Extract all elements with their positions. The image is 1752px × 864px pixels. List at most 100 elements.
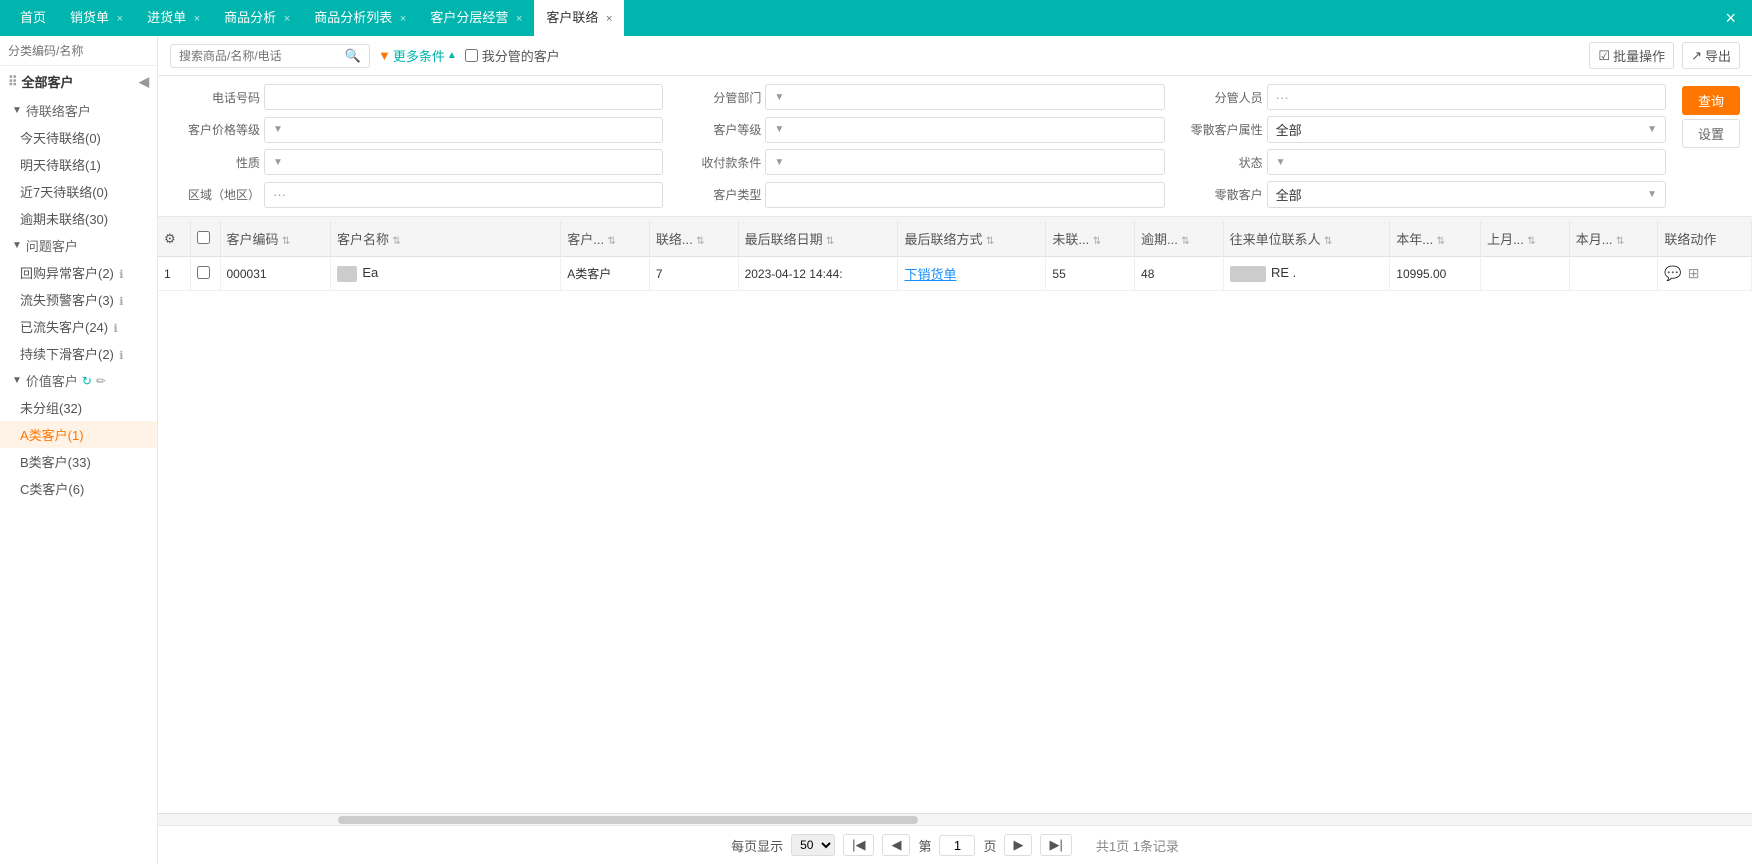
nav-sales[interactable]: 销货单 × — [58, 0, 135, 36]
collapse-icon[interactable]: ◀ — [139, 74, 149, 90]
th-last-contact-date[interactable]: 最后联络日期 ⇅ — [738, 221, 898, 257]
price-grade-select[interactable]: ▼ — [264, 117, 663, 143]
per-page-select[interactable]: 50 — [791, 834, 835, 856]
th-uncontact-days[interactable]: 未联... ⇅ — [1046, 221, 1135, 257]
th-actions: 联络动作 — [1658, 221, 1752, 257]
scrollbar-thumb[interactable] — [338, 816, 918, 824]
th-this-month[interactable]: 本月... ⇅ — [1569, 221, 1658, 257]
select-all-checkbox[interactable] — [197, 231, 210, 244]
sidebar-item-7days[interactable]: 近7天待联络(0) — [0, 178, 157, 205]
page-suffix: 页 — [983, 836, 996, 855]
batch-op-icon: ☑ — [1598, 48, 1610, 64]
sidebar-search-input[interactable] — [8, 44, 158, 58]
customer-name[interactable]: Ea — [362, 265, 378, 280]
page-input[interactable] — [939, 835, 975, 856]
filter-col-scatter: 零散客户 全部 ▼ — [1173, 181, 1666, 208]
first-page-btn[interactable]: |◀ — [843, 834, 874, 856]
nav-product-analysis[interactable]: 商品分析 × — [212, 0, 302, 36]
scatter-label: 零散客户 — [1173, 186, 1263, 203]
th-contact-count[interactable]: 联络... ⇅ — [649, 221, 738, 257]
last-contact-method-link[interactable]: 下销货单 — [904, 267, 956, 282]
sidebar-item-churned[interactable]: 已流失客户(24) ℹ — [0, 313, 157, 340]
sidebar-search-bar: 🔍 — [0, 36, 157, 66]
th-last-month[interactable]: 上月... ⇅ — [1481, 221, 1570, 257]
window-close-button[interactable]: × — [1717, 8, 1744, 29]
price-grade-arrow: ▼ — [273, 124, 283, 135]
sidebar-item-tomorrow[interactable]: 明天待联络(1) — [0, 151, 157, 178]
phone-input[interactable] — [264, 84, 663, 110]
horizontal-scrollbar[interactable] — [158, 813, 1752, 825]
close-customer-layering-tab[interactable]: × — [516, 13, 522, 25]
comment-icon[interactable]: 💬 — [1664, 265, 1681, 282]
sort-icon: ⇅ — [282, 236, 290, 247]
nature-label: 性质 — [170, 154, 260, 171]
filter-col-phone: 电话号码 — [170, 84, 663, 110]
th-customer-type[interactable]: 客户... ⇅ — [561, 221, 650, 257]
th-name[interactable]: 客户名称 ⇅ — [330, 221, 560, 257]
nav-purchase[interactable]: 进货单 × — [135, 0, 212, 36]
payment-select[interactable]: ▼ — [765, 149, 1164, 175]
batch-operation-button[interactable]: ☑ 批量操作 — [1589, 42, 1674, 69]
customer-type-input[interactable] — [765, 182, 1164, 208]
th-code[interactable]: 客户编码 ⇅ — [220, 221, 330, 257]
dept-select[interactable]: ▼ — [765, 84, 1164, 110]
nav-customer-layering[interactable]: 客户分层经营 × — [418, 0, 534, 36]
close-purchase-tab[interactable]: × — [194, 13, 200, 25]
scatter-attr-select[interactable]: 全部 ▼ — [1267, 116, 1666, 143]
last-page-btn[interactable]: ▶| — [1040, 834, 1071, 856]
th-last-contact-method[interactable]: 最后联络方式 ⇅ — [898, 221, 1046, 257]
group-problem-customers[interactable]: ▼ 问题客户 — [0, 232, 157, 259]
customer-grade-select[interactable]: ▼ — [765, 117, 1164, 143]
region-input[interactable]: ··· — [264, 182, 663, 208]
grid-icon[interactable]: ⊞ — [1688, 265, 1700, 282]
filter-col-region: 区域（地区） ··· — [170, 182, 663, 208]
th-contact-person[interactable]: 往来单位联系人 ⇅ — [1223, 221, 1390, 257]
close-customer-contact-tab[interactable]: × — [606, 13, 612, 25]
sidebar-item-c-class[interactable]: C类客户(6) — [0, 475, 157, 502]
th-contact-count-label: 联络... — [656, 232, 693, 247]
search-input[interactable] — [179, 49, 345, 63]
export-button[interactable]: ↗ 导出 — [1682, 42, 1740, 69]
refresh-icon[interactable]: ↻ — [82, 374, 92, 388]
search-icon[interactable]: 🔍 — [345, 48, 361, 64]
nature-select[interactable]: ▼ — [264, 149, 663, 175]
sidebar-item-today[interactable]: 今天待联络(0) — [0, 124, 157, 151]
manager-input[interactable]: ··· — [1267, 84, 1666, 110]
triangle-icon: ▼ — [12, 105, 22, 116]
more-conditions-btn[interactable]: ▼ 更多条件 ▲ — [378, 46, 457, 65]
th-this-year[interactable]: 本年... ⇅ — [1390, 221, 1481, 257]
sidebar-item-b-class[interactable]: B类客户(33) — [0, 448, 157, 475]
sidebar-item-a-class[interactable]: A类客户(1) — [0, 421, 157, 448]
sidebar-item-churn-warning[interactable]: 流失预警客户(3) ℹ — [0, 286, 157, 313]
scatter-arrow: ▼ — [1647, 189, 1657, 200]
settings-icon[interactable]: ⚙ — [164, 231, 176, 246]
sidebar-item-declining[interactable]: 持续下滑客户(2) ℹ — [0, 340, 157, 367]
nav-customer-contact[interactable]: 客户联络 × — [534, 0, 624, 36]
sidebar-item-overdue[interactable]: 逾期未联络(30) — [0, 205, 157, 232]
all-customers-header[interactable]: ⠿ 全部客户 ◀ — [0, 66, 157, 97]
close-product-analysis-tab[interactable]: × — [284, 13, 290, 25]
group-value-customers[interactable]: ▼ 价值客户 ↻ ✏ — [0, 367, 157, 394]
sidebar-item-abnormal-repurchase[interactable]: 回购异常客户(2) ℹ — [0, 259, 157, 286]
edit-icon[interactable]: ✏ — [96, 374, 106, 388]
next-page-btn[interactable]: ▶ — [1004, 834, 1032, 856]
nav-product-analysis-list[interactable]: 商品分析列表 × — [302, 0, 418, 36]
group-pending-contact[interactable]: ▼ 待联络客户 — [0, 97, 157, 124]
th-this-month-label: 本月... — [1576, 232, 1613, 247]
nav-home[interactable]: 首页 — [8, 0, 58, 36]
content-area: 🔍 ▼ 更多条件 ▲ 我分管的客户 ☑ 批量操作 ↗ 导出 — [158, 36, 1752, 864]
th-overdue[interactable]: 逾期... ⇅ — [1135, 221, 1224, 257]
sidebar-item-ungrouped[interactable]: 未分组(32) — [0, 394, 157, 421]
settings-button[interactable]: 设置 — [1682, 119, 1740, 148]
close-product-analysis-list-tab[interactable]: × — [400, 13, 406, 25]
scatter-select[interactable]: 全部 ▼ — [1267, 181, 1666, 208]
status-select[interactable]: ▼ — [1267, 149, 1666, 175]
close-sales-tab[interactable]: × — [117, 13, 123, 25]
prev-page-btn[interactable]: ◀ — [882, 834, 910, 856]
row-checkbox[interactable] — [197, 266, 210, 279]
query-button[interactable]: 查询 — [1682, 86, 1740, 115]
th-contact-person-label: 往来单位联系人 — [1230, 232, 1321, 247]
th-code-label: 客户编码 — [227, 232, 279, 247]
my-customers-checkbox[interactable] — [465, 49, 478, 62]
sort-icon7: ⇅ — [1093, 236, 1101, 247]
